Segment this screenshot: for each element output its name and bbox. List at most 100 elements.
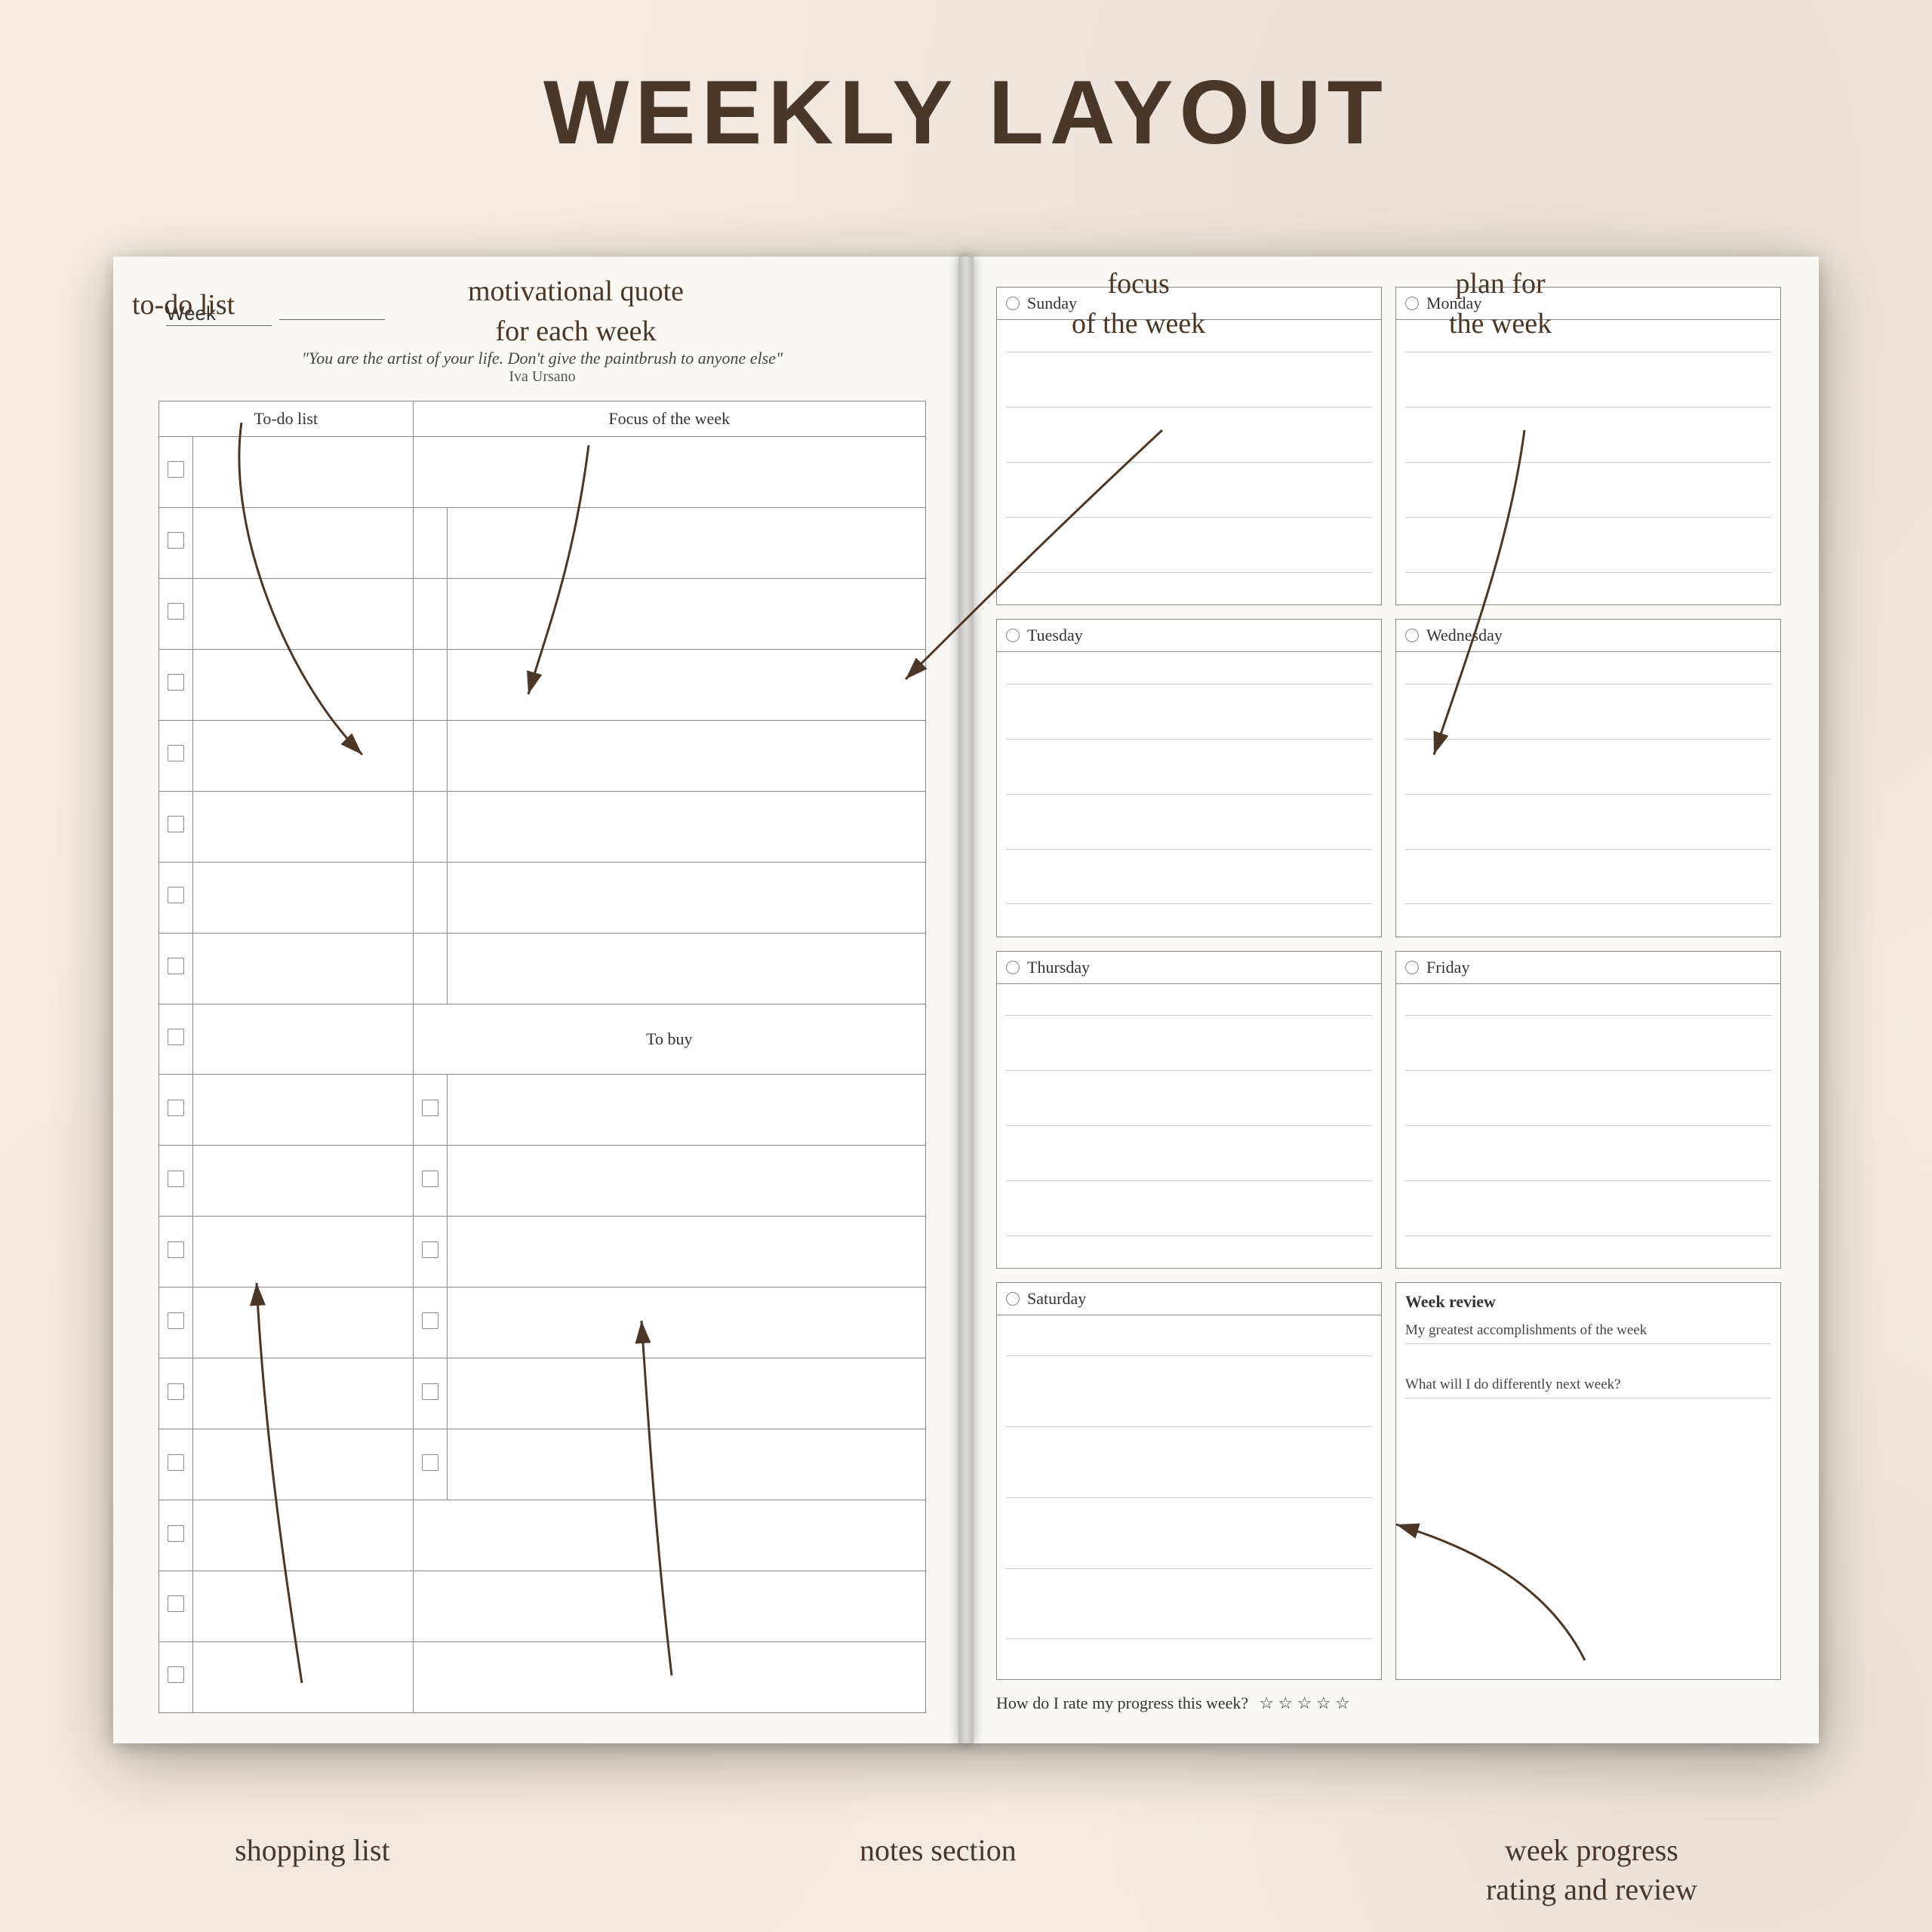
- day-lines: [1396, 984, 1780, 1269]
- todo-line: [193, 437, 414, 508]
- todo-checkbox: [159, 1075, 193, 1146]
- annotation-focus: focus of the week: [1072, 264, 1205, 344]
- day-line: [1006, 1015, 1372, 1016]
- day-circle: [1405, 297, 1419, 310]
- todo-line: [193, 720, 414, 791]
- day-lines: [1396, 320, 1780, 605]
- todo-checkbox: [413, 791, 447, 862]
- day-line: [1405, 407, 1771, 408]
- day-header: Wednesday: [1396, 620, 1780, 652]
- left-page: Week "You are the artist of your life. D…: [113, 257, 966, 1743]
- day-name: Friday: [1426, 958, 1469, 977]
- tobuy-checkbox: [413, 1287, 447, 1358]
- notes-area: [413, 1500, 925, 1571]
- todo-line: [193, 649, 414, 720]
- day-line: [1006, 849, 1372, 850]
- notes-area: [413, 1571, 925, 1642]
- day-line: [1405, 739, 1771, 740]
- day-line: [1006, 1180, 1372, 1181]
- day-lines: [997, 652, 1381, 937]
- day-box-saturday: Saturday: [996, 1282, 1382, 1680]
- tobuy-checkbox: [413, 1075, 447, 1146]
- todo-line: [193, 507, 414, 578]
- day-line: [1006, 1235, 1372, 1236]
- book-wrapper: Week "You are the artist of your life. D…: [113, 257, 1819, 1743]
- day-line: [1006, 739, 1372, 740]
- todo-checkbox: [159, 507, 193, 578]
- todo-line: [193, 1358, 414, 1429]
- todo-line: [193, 1641, 414, 1712]
- day-circle: [1405, 629, 1419, 642]
- todo-checkbox: [413, 862, 447, 933]
- todo-line: [193, 791, 414, 862]
- book: Week "You are the artist of your life. D…: [113, 257, 1819, 1743]
- day-line: [1405, 849, 1771, 850]
- main-table: To-do list Focus of the week To buy: [158, 401, 926, 1713]
- todo-checkbox: [413, 649, 447, 720]
- to-buy-header: To buy: [413, 1004, 925, 1075]
- todo-checkbox: [159, 933, 193, 1004]
- day-line: [1405, 684, 1771, 685]
- todo-checkbox: [159, 791, 193, 862]
- tobuy-line: [447, 1358, 925, 1429]
- day-line: [1006, 903, 1372, 904]
- day-line: [1006, 1355, 1372, 1356]
- annotation-quote: motivational quote for each week: [468, 272, 684, 352]
- todo-checkbox: [159, 1429, 193, 1500]
- day-header: Saturday: [997, 1283, 1381, 1315]
- day-lines: [997, 320, 1381, 605]
- day-header: Friday: [1396, 952, 1780, 984]
- day-line: [1006, 1568, 1372, 1569]
- day-name: Thursday: [1027, 958, 1090, 977]
- todo-checkbox: [159, 1641, 193, 1712]
- accomplishments-label: My greatest accomplishments of the week: [1405, 1322, 1771, 1344]
- day-line: [1405, 1070, 1771, 1071]
- focus-line: [447, 933, 925, 1004]
- todo-checkbox: [159, 578, 193, 649]
- todo-checkbox: [159, 1146, 193, 1217]
- day-line: [1405, 794, 1771, 795]
- quote-section: "You are the artist of your life. Don't …: [158, 349, 926, 386]
- day-line: [1006, 1497, 1372, 1498]
- todo-line: [193, 1500, 414, 1571]
- todo-checkbox: [159, 649, 193, 720]
- day-line: [1006, 1638, 1372, 1639]
- day-line: [1006, 572, 1372, 573]
- focus-line: [447, 791, 925, 862]
- stars: ☆ ☆ ☆ ☆ ☆: [1259, 1694, 1350, 1713]
- page-title: WEEKLY LAYOUT: [0, 0, 1932, 165]
- todo-line: [193, 862, 414, 933]
- todo-checkbox: [413, 720, 447, 791]
- day-line: [1006, 517, 1372, 518]
- todo-checkbox: [159, 862, 193, 933]
- tobuy-line: [447, 1146, 925, 1217]
- day-header: Tuesday: [997, 620, 1381, 652]
- day-line: [1405, 1180, 1771, 1181]
- todo-line: [193, 933, 414, 1004]
- day-line: [1006, 1070, 1372, 1071]
- todo-line: [193, 1571, 414, 1642]
- day-circle: [1006, 961, 1020, 974]
- day-circle: [1006, 1292, 1020, 1306]
- days-grid: SundayMondayTuesdayWednesdayThursdayFrid…: [996, 287, 1781, 1680]
- annotation-todo: to-do list: [132, 287, 235, 324]
- day-box-friday: Friday: [1395, 951, 1781, 1269]
- focus-area: [413, 437, 925, 508]
- day-header: Thursday: [997, 952, 1381, 984]
- day-line: [1405, 517, 1771, 518]
- day-line: [1405, 572, 1771, 573]
- focus-line: [447, 862, 925, 933]
- todo-checkbox: [159, 1217, 193, 1287]
- focus-line: [447, 649, 925, 720]
- todo-checkbox: [413, 578, 447, 649]
- label-notes: notes section: [860, 1831, 1017, 1909]
- label-progress: week progress rating and review: [1486, 1831, 1697, 1909]
- focus-header: Focus of the week: [413, 401, 925, 437]
- todo-line: [193, 1075, 414, 1146]
- day-lines: [1396, 652, 1780, 937]
- review-title: Week review: [1405, 1292, 1771, 1312]
- day-lines: [997, 1315, 1381, 1679]
- tobuy-checkbox: [413, 1429, 447, 1500]
- todo-header: To-do list: [159, 401, 414, 437]
- progress-question: How do I rate my progress this week?: [996, 1694, 1248, 1713]
